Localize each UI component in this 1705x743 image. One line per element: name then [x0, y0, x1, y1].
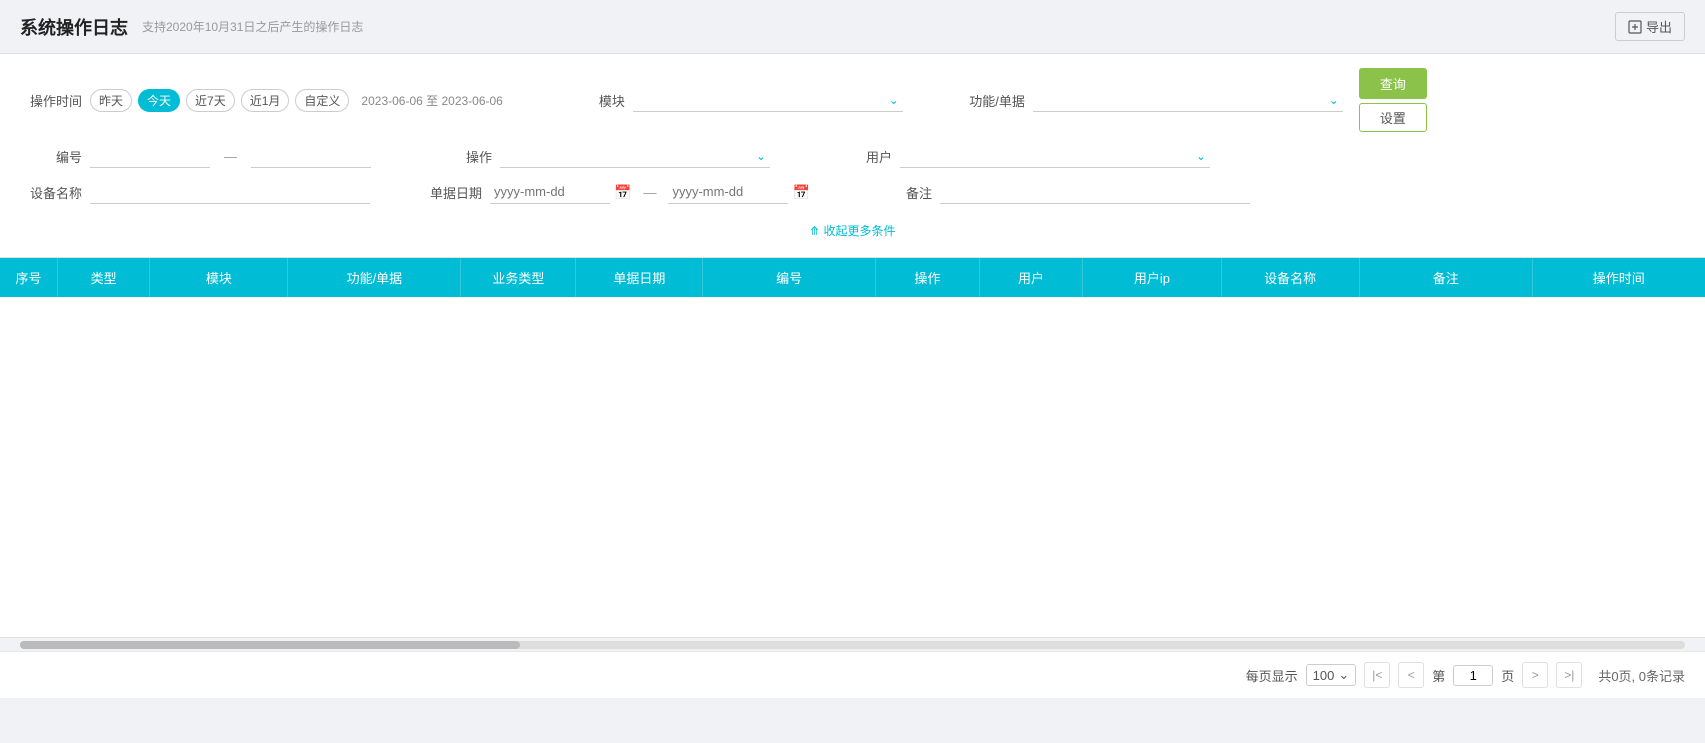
- total-text: 共0页, 0条记录: [1598, 666, 1685, 685]
- device-input[interactable]: [90, 180, 370, 204]
- table-container: 序号 类型 模块 功能/单据 业务类型 单据日期 编号 操作 用户 用户ip 设…: [0, 258, 1705, 297]
- table-header: 序号 类型 模块 功能/单据 业务类型 单据日期 编号 操作 用户 用户ip 设…: [0, 258, 1705, 297]
- action-buttons: 查询 设置: [1359, 68, 1427, 132]
- operation-select[interactable]: ⌄: [500, 145, 770, 168]
- remark-group: 备注: [870, 180, 1250, 204]
- empty-area: [0, 297, 1705, 637]
- col-device-name: 设备名称: [1221, 258, 1359, 297]
- col-user: 用户: [979, 258, 1083, 297]
- settings-button[interactable]: 设置: [1359, 103, 1427, 132]
- filter-row-2: 编号 — 操作 ⌄ 用户 ⌄: [20, 144, 1685, 168]
- voucher-date-group: 单据日期 📅 — 📅: [410, 180, 810, 204]
- col-voucher-date: 单据日期: [576, 258, 703, 297]
- page-input[interactable]: [1453, 665, 1493, 686]
- number-start-input[interactable]: [90, 144, 210, 168]
- per-page-arrow: ⌄: [1338, 667, 1349, 683]
- per-page-label: 每页显示: [1246, 666, 1298, 685]
- voucher-date-label: 单据日期: [410, 183, 490, 202]
- col-seq: 序号: [0, 258, 58, 297]
- col-number: 编号: [703, 258, 876, 297]
- func-group: 功能/单据 ⌄: [963, 89, 1343, 112]
- col-op-time: 操作时间: [1532, 258, 1705, 297]
- export-button[interactable]: 导出: [1615, 12, 1685, 41]
- col-user-ip: 用户ip: [1083, 258, 1221, 297]
- date-end-input[interactable]: [668, 180, 788, 204]
- operation-arrow-icon: ⌄: [756, 149, 766, 163]
- scrollbar-track: [20, 641, 1685, 649]
- today-btn[interactable]: 今天: [138, 89, 180, 112]
- filter-panel: 操作时间 昨天 今天 近7天 近1月 自定义 2023-06-06 至 2023…: [0, 54, 1705, 258]
- custom-btn[interactable]: 自定义: [295, 89, 349, 112]
- col-type: 类型: [58, 258, 150, 297]
- calendar-start-icon[interactable]: 📅: [614, 184, 631, 201]
- prev-page-btn[interactable]: <: [1398, 662, 1424, 688]
- scrollbar-area[interactable]: [0, 637, 1705, 651]
- header-row: 序号 类型 模块 功能/单据 业务类型 单据日期 编号 操作 用户 用户ip 设…: [0, 258, 1705, 297]
- module-arrow-icon: ⌄: [889, 93, 899, 107]
- page-header: 系统操作日志 支持2020年10月31日之后产生的操作日志 导出: [0, 0, 1705, 54]
- filter-row-3: 设备名称 单据日期 📅 — 📅 备注: [20, 180, 1685, 204]
- operation-label: 操作: [430, 147, 500, 166]
- filter-row-1: 操作时间 昨天 今天 近7天 近1月 自定义 2023-06-06 至 2023…: [20, 68, 1685, 132]
- page-label: 第: [1432, 666, 1445, 685]
- col-biz-type: 业务类型: [461, 258, 576, 297]
- page-unit: 页: [1501, 666, 1514, 685]
- number-label: 编号: [20, 147, 90, 166]
- export-icon: [1628, 20, 1642, 34]
- date-start-input[interactable]: [490, 180, 610, 204]
- data-table: 序号 类型 模块 功能/单据 业务类型 单据日期 编号 操作 用户 用户ip 设…: [0, 258, 1705, 297]
- number-separator: —: [216, 149, 245, 164]
- collapse-label: 收起更多条件: [824, 222, 896, 239]
- next-page-btn[interactable]: >: [1522, 662, 1548, 688]
- user-group: 用户 ⌄: [830, 145, 1210, 168]
- remark-label: 备注: [870, 183, 940, 202]
- user-label: 用户: [830, 147, 900, 166]
- user-select[interactable]: ⌄: [900, 145, 1210, 168]
- number-end-input[interactable]: [251, 144, 371, 168]
- date-separator: —: [635, 185, 664, 200]
- first-page-btn[interactable]: |<: [1364, 662, 1390, 688]
- scrollbar-thumb: [20, 641, 520, 649]
- number-range: —: [90, 144, 390, 168]
- last7-btn[interactable]: 近7天: [186, 89, 235, 112]
- collapse-bar[interactable]: ⤊ 收起更多条件: [20, 216, 1685, 249]
- yesterday-btn[interactable]: 昨天: [90, 89, 132, 112]
- date-range-text: 2023-06-06 至 2023-06-06: [361, 92, 502, 109]
- func-select[interactable]: ⌄: [1033, 89, 1343, 112]
- main-content: 序号 类型 模块 功能/单据 业务类型 单据日期 编号 操作 用户 用户ip 设…: [0, 258, 1705, 637]
- time-options: 昨天 今天 近7天 近1月 自定义 2023-06-06 至 2023-06-0…: [90, 89, 503, 112]
- time-label: 操作时间: [20, 91, 90, 110]
- col-module: 模块: [150, 258, 288, 297]
- col-func: 功能/单据: [288, 258, 461, 297]
- remark-input[interactable]: [940, 180, 1250, 204]
- date-range-group: 📅 — 📅: [490, 180, 810, 204]
- query-button[interactable]: 查询: [1359, 68, 1427, 99]
- col-remark: 备注: [1359, 258, 1532, 297]
- operation-group: 操作 ⌄: [430, 145, 770, 168]
- calendar-end-icon[interactable]: 📅: [792, 184, 809, 201]
- per-page-select[interactable]: 100 ⌄: [1306, 664, 1357, 686]
- func-arrow-icon: ⌄: [1329, 93, 1339, 107]
- export-label: 导出: [1646, 17, 1672, 36]
- device-label: 设备名称: [20, 183, 90, 202]
- last-page-btn[interactable]: >|: [1556, 662, 1582, 688]
- func-label: 功能/单据: [963, 91, 1033, 110]
- last1m-btn[interactable]: 近1月: [241, 89, 290, 112]
- pagination-bar: 每页显示 100 ⌄ |< < 第 页 > >| 共0页, 0条记录: [0, 651, 1705, 698]
- col-operation: 操作: [875, 258, 979, 297]
- page-title: 系统操作日志: [20, 14, 128, 40]
- user-arrow-icon: ⌄: [1196, 149, 1206, 163]
- per-page-value: 100: [1313, 668, 1335, 683]
- module-group: 模块 ⌄: [563, 89, 903, 112]
- module-select[interactable]: ⌄: [633, 89, 903, 112]
- page-subtitle: 支持2020年10月31日之后产生的操作日志: [142, 18, 363, 35]
- module-label: 模块: [563, 91, 633, 110]
- collapse-up-icon: ⤊: [809, 224, 819, 238]
